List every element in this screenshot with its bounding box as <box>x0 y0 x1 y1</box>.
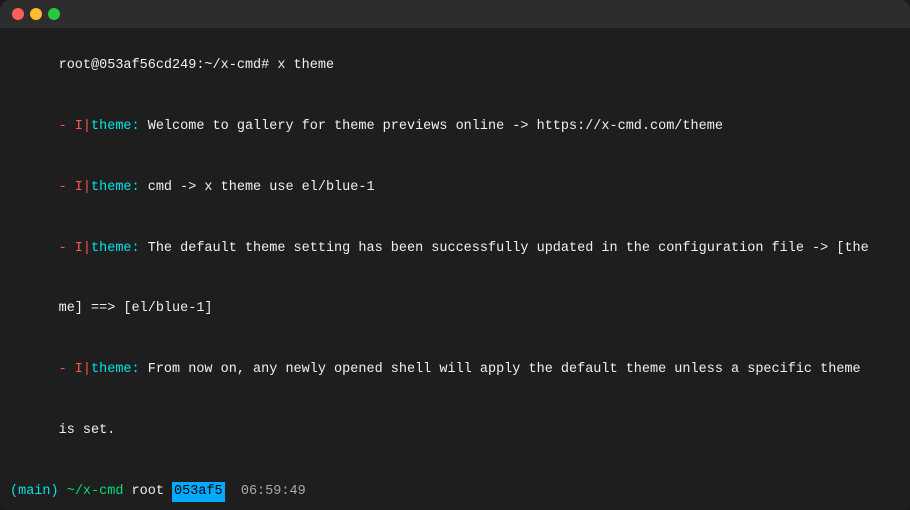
output-line-4b: is set. <box>10 401 900 462</box>
maximize-button[interactable] <box>48 8 60 20</box>
output-line-1: - I|theme: Welcome to gallery for theme … <box>10 97 900 158</box>
prompt-2: (main) ~/x-cmd root 053af5 06:59:49 <box>10 482 900 502</box>
initial-prompt: root@053af56cd249:~/x-cmd# x theme <box>10 36 900 97</box>
minimize-button[interactable] <box>30 8 42 20</box>
prompt-cmd: x theme <box>269 58 334 73</box>
prompt-user-host: root@053af56cd249:~/x-cmd# <box>59 58 270 73</box>
cmd-2: # x theme current <box>10 502 900 510</box>
traffic-lights <box>12 8 60 20</box>
terminal-body[interactable]: root@053af56cd249:~/x-cmd# x theme - I|t… <box>0 28 910 510</box>
titlebar <box>0 0 910 28</box>
close-button[interactable] <box>12 8 24 20</box>
blank-1 <box>10 461 900 481</box>
terminal-window: root@053af56cd249:~/x-cmd# x theme - I|t… <box>0 0 910 510</box>
output-line-2: - I|theme: cmd -> x theme use el/blue-1 <box>10 158 900 219</box>
output-line-3a: - I|theme: The default theme setting has… <box>10 218 900 279</box>
output-line-4a: - I|theme: From now on, any newly opened… <box>10 340 900 401</box>
output-line-3b: me] ==> [el/blue-1] <box>10 279 900 340</box>
